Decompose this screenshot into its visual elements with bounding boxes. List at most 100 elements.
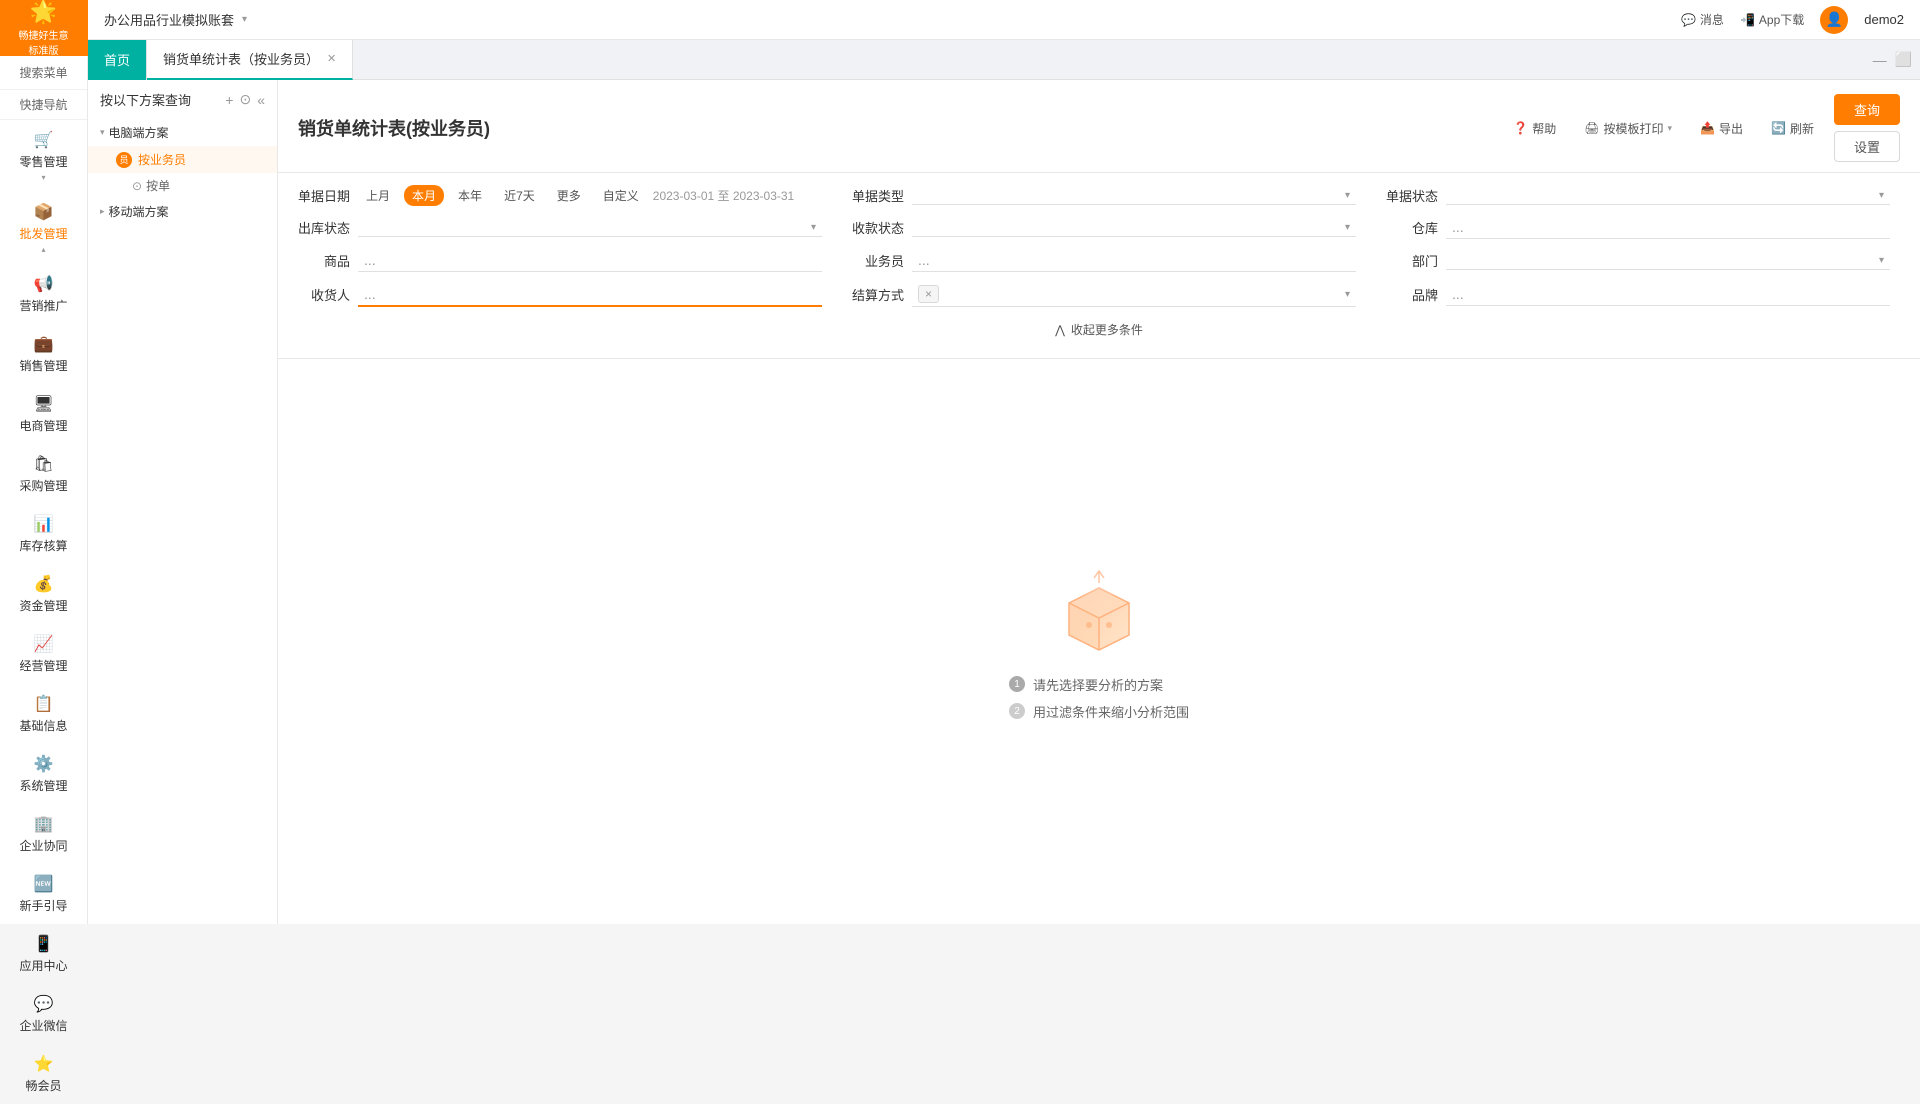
topbar-left: 办公用品行业模拟账套 ▾ xyxy=(104,10,247,29)
member-icon: ⭐ xyxy=(34,1054,54,1074)
newbie-icon: 🆕 xyxy=(34,874,54,894)
purchase-icon: 🛍 xyxy=(33,454,53,474)
tab-home[interactable]: 首页 xyxy=(88,40,147,80)
sidebar-item-newbie[interactable]: 🆕 新手引导 xyxy=(0,864,87,924)
marketing-icon: 📢 xyxy=(34,274,54,294)
tree-sub-item-by-order[interactable]: ⊙ 按单 xyxy=(88,173,277,198)
tree-item-by-salesperson[interactable]: 员 按业务员 xyxy=(88,146,277,173)
tab-minimize-icon[interactable]: — xyxy=(1873,52,1887,68)
template-print-button[interactable]: 🖨 按模板打印 ▾ xyxy=(1576,116,1680,141)
print-icon: 🖨 xyxy=(1584,121,1599,135)
help-button[interactable]: ❓ 帮助 xyxy=(1505,116,1564,141)
tree-group-desktop-header[interactable]: ▾ 电脑端方案 xyxy=(88,119,277,146)
sidebar-item-purchase[interactable]: 🛍 采购管理 xyxy=(0,444,87,504)
tab-maximize-icon[interactable]: ⬜ xyxy=(1895,51,1912,68)
date-tab-7days[interactable]: 近7天 xyxy=(496,185,543,206)
sidebar-item-basic[interactable]: 📋 基础信息 xyxy=(0,684,87,744)
tab-sales-stat[interactable]: 销货单统计表（按业务员） ✕ xyxy=(147,40,353,80)
sidebar-item-label: 系统管理 xyxy=(19,777,67,794)
action-buttons: 查询 设置 xyxy=(1834,94,1900,162)
receiver-dots[interactable]: ... xyxy=(364,286,376,302)
panel-collapse-button[interactable]: « xyxy=(257,92,265,108)
goods-input[interactable]: ... xyxy=(358,249,822,272)
tab-close-icon[interactable]: ✕ xyxy=(327,52,336,65)
sidebar-item-wechat[interactable]: 💬 企业微信 xyxy=(0,984,87,1044)
doctype-label: 单据类型 xyxy=(852,186,912,205)
sidebar-item-system[interactable]: ⚙️ 系统管理 xyxy=(0,744,87,804)
sidebar-item-marketing[interactable]: 📢 营销推广 xyxy=(0,264,87,324)
topbar-dropdown-arrow[interactable]: ▾ xyxy=(242,14,247,25)
receiver-input[interactable]: ... xyxy=(358,283,822,307)
date-tab-last-month[interactable]: 上月 xyxy=(358,185,398,206)
topbar: 办公用品行业模拟账套 ▾ 💬 消息 📲 App下载 👤 demo2 xyxy=(88,0,1920,40)
sidebar-item-member[interactable]: ⭐ 畅会员 xyxy=(0,1044,87,1104)
inventory-icon: 📊 xyxy=(34,514,54,534)
sidebar-item-retail[interactable]: 🛒 零售管理 ▾ xyxy=(0,120,87,192)
sidebar-item-finance[interactable]: 💰 资金管理 xyxy=(0,564,87,624)
sidebar: 🌟 畅捷好生意 标准版 搜索菜单 快捷导航 🛒 零售管理 ▾ 📦 批发管理 ▴ … xyxy=(0,0,88,924)
avatar-image: 👤 xyxy=(1826,11,1843,28)
sidebar-item-ecom[interactable]: 🖥 电商管理 xyxy=(0,384,87,444)
doctype-selector[interactable]: ▾ xyxy=(912,187,1356,205)
sidebar-item-inventory[interactable]: 📊 库存核算 xyxy=(0,504,87,564)
brand-dots[interactable]: ... xyxy=(1452,286,1464,302)
panel-header: 按以下方案查询 + ⊙ « xyxy=(88,80,277,115)
date-tab-this-month[interactable]: 本月 xyxy=(404,185,444,206)
date-tab-more[interactable]: 更多 xyxy=(549,185,589,206)
date-label: 单据日期 xyxy=(298,186,358,205)
query-button[interactable]: 查询 xyxy=(1834,94,1900,125)
sidebar-search[interactable]: 搜索菜单 xyxy=(0,56,87,90)
collapse-up-icon: ⋀ xyxy=(1055,323,1065,337)
docstatus-selector[interactable]: ▾ xyxy=(1446,187,1890,205)
sidebar-item-sales[interactable]: 💼 销售管理 xyxy=(0,324,87,384)
department-down-icon: ▾ xyxy=(1879,255,1884,266)
refresh-button[interactable]: 🔄 刷新 xyxy=(1763,116,1822,141)
user-avatar[interactable]: 👤 xyxy=(1820,6,1848,34)
panel-add-button[interactable]: + xyxy=(225,92,233,108)
warehouse-input[interactable]: ... xyxy=(1446,216,1890,239)
department-label: 部门 xyxy=(1386,251,1446,270)
sidebar-quick-nav[interactable]: 快捷导航 xyxy=(0,90,87,120)
payment-method-selector[interactable]: × ▾ xyxy=(912,282,1356,307)
warehouse-label: 仓库 xyxy=(1386,218,1446,237)
tree-group-mobile-label: 移动端方案 xyxy=(109,203,169,220)
sidebar-item-company[interactable]: 🏢 企业协同 xyxy=(0,804,87,864)
collapse-button[interactable]: ⋀ 收起更多条件 xyxy=(1055,313,1143,346)
date-tab-this-year[interactable]: 本年 xyxy=(450,185,490,206)
filter-docstatus-col: 单据状态 ▾ xyxy=(1366,185,1900,206)
sidebar-item-wholesale[interactable]: 📦 批发管理 ▴ xyxy=(0,192,87,264)
filter-payment-col: 收款状态 ▾ xyxy=(832,216,1366,239)
payment-method-tag-close[interactable]: × xyxy=(925,287,932,301)
department-selector[interactable]: ▾ xyxy=(1446,252,1890,270)
brand-input[interactable]: ... xyxy=(1446,283,1890,306)
ship-selector[interactable]: ▾ xyxy=(358,219,822,237)
goods-dots[interactable]: ... xyxy=(364,252,376,268)
salesperson-dots[interactable]: ... xyxy=(918,252,930,268)
tip-text-1: 请先选择要分析的方案 xyxy=(1033,675,1163,694)
tree-group-mobile-header[interactable]: ▸ 移动端方案 xyxy=(88,198,277,225)
sidebar-item-label: 电商管理 xyxy=(19,417,67,434)
docstatus-down-icon: ▾ xyxy=(1879,190,1884,201)
data-area: 1 请先选择要分析的方案 2 用过滤条件来缩小分析范围 xyxy=(278,359,1920,924)
filter-area: 单据日期 上月 本月 本年 近7天 更多 自定义 2023-03-01 至 20… xyxy=(278,173,1920,359)
panel-edit-button[interactable]: ⊙ xyxy=(239,91,251,108)
user-name[interactable]: demo2 xyxy=(1864,12,1904,27)
warehouse-dots[interactable]: ... xyxy=(1452,219,1464,235)
filter-goods-col: 商品 ... xyxy=(298,249,832,272)
tip-text-2: 用过滤条件来缩小分析范围 xyxy=(1033,702,1189,721)
export-button[interactable]: 📤 导出 xyxy=(1692,116,1751,141)
finance-icon: 💰 xyxy=(34,574,54,594)
sidebar-item-appstore[interactable]: 📱 应用中心 xyxy=(0,924,87,984)
date-tab-custom[interactable]: 自定义 xyxy=(595,185,647,206)
app-download-button[interactable]: 📲 App下载 xyxy=(1740,11,1804,28)
salesperson-input[interactable]: ... xyxy=(912,249,1356,272)
tip-num-2: 2 xyxy=(1009,703,1025,719)
payment-status-selector[interactable]: ▾ xyxy=(912,219,1356,237)
collapse-label: 收起更多条件 xyxy=(1071,321,1143,338)
sidebar-item-operation[interactable]: 📈 经营管理 xyxy=(0,624,87,684)
filter-row-4: 收货人 ... 结算方式 × ▾ xyxy=(298,282,1900,307)
settings-button[interactable]: 设置 xyxy=(1834,131,1900,162)
sidebar-item-label: 应用中心 xyxy=(19,957,67,974)
message-button[interactable]: 💬 消息 xyxy=(1681,11,1724,28)
tab-home-label: 首页 xyxy=(104,50,130,69)
